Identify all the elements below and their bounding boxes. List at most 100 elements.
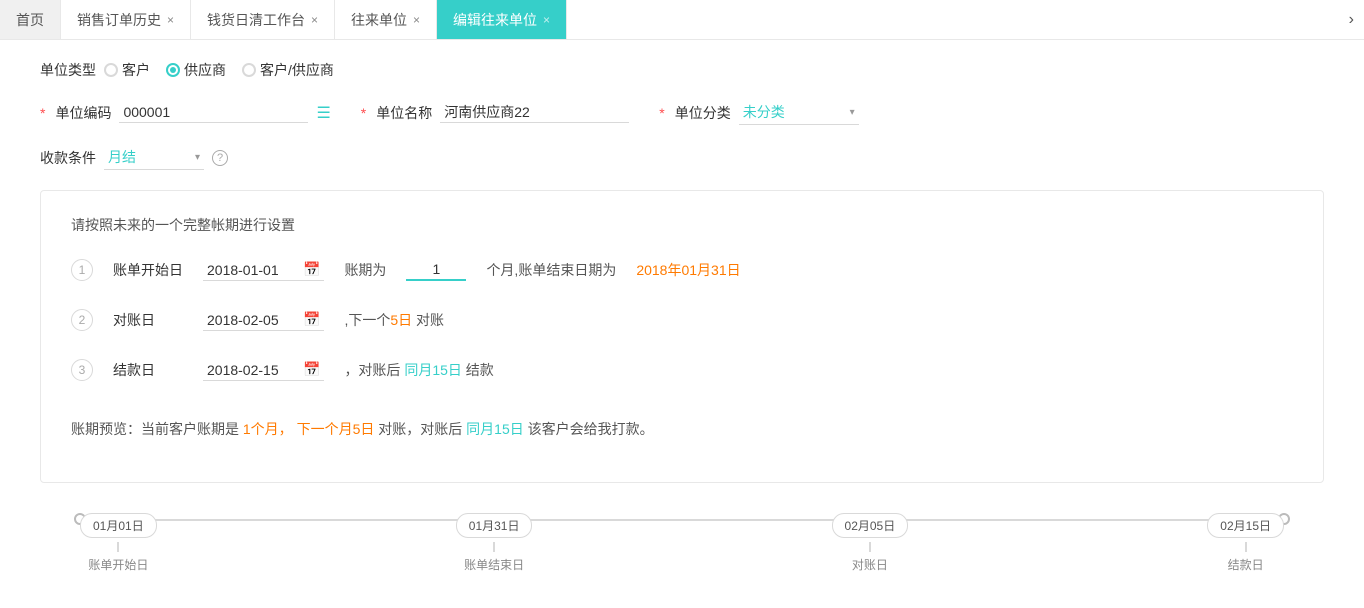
tab-edit-partner-label: 编辑往来单位 xyxy=(453,10,537,30)
step-3-calendar-icon[interactable]: 📅 xyxy=(303,361,320,378)
step-1-extra-label: 账期为 xyxy=(344,260,386,280)
step-1-date-wrap: 📅 xyxy=(203,259,324,281)
unit-category-select[interactable]: 未分类 ▾ xyxy=(739,100,859,125)
unit-type-label: 单位类型 xyxy=(40,60,96,80)
question-icon[interactable]: ? xyxy=(212,150,228,166)
step-1-unit-label: 个月,账单结束日期为 xyxy=(486,260,616,280)
radio-customer-circle xyxy=(104,63,118,77)
unit-code-star: * xyxy=(40,105,45,121)
unit-code-icon[interactable]: ☰ xyxy=(316,103,330,123)
timeline-item-2: 02月05日 对账日 xyxy=(832,513,909,573)
step-1-period-input[interactable] xyxy=(406,259,466,281)
radio-supplier-circle xyxy=(166,63,180,77)
unit-code-group: * 单位编码 ☰ xyxy=(40,102,331,123)
unit-code-input[interactable] xyxy=(119,102,308,123)
radio-both-label: 客户/供应商 xyxy=(260,60,334,80)
step-1-calendar-icon[interactable]: 📅 xyxy=(303,261,320,278)
unit-name-group: * 单位名称 xyxy=(361,102,629,123)
step-row-3: 3 结款日 📅 ，对账后 同月15日 结款 xyxy=(71,359,1293,381)
radio-supplier-label: 供应商 xyxy=(184,60,226,80)
timeline-tick-2 xyxy=(869,542,871,552)
timeline-label-0: 账单开始日 xyxy=(88,556,148,573)
step-3-desc: ，对账后 同月15日 结款 xyxy=(344,360,493,380)
preview-part2: 下一个月5日 xyxy=(297,421,375,437)
unit-name-input[interactable] xyxy=(440,102,629,123)
step-row-2: 2 对账日 📅 ,下一个5日 对账 xyxy=(71,309,1293,331)
main-content: 单位类型 客户 供应商 客户/供应商 * 单位编码 xyxy=(0,40,1364,608)
tab-sales-order-close[interactable]: × xyxy=(167,13,174,27)
step-3-date-wrap: 📅 xyxy=(203,359,324,381)
radio-both[interactable]: 客户/供应商 xyxy=(242,60,334,80)
radio-supplier[interactable]: 供应商 xyxy=(166,60,226,80)
unit-category-star: * xyxy=(659,105,664,121)
preview-middle: 对账，对账后 xyxy=(378,421,466,437)
tab-partner-close[interactable]: × xyxy=(413,13,420,27)
step-label-2: 对账日 xyxy=(113,310,183,330)
step-2-calendar-icon[interactable]: 📅 xyxy=(303,311,320,328)
timeline-label-1: 账单结束日 xyxy=(464,556,524,573)
step-num-3: 3 xyxy=(71,359,93,381)
radio-customer-label: 客户 xyxy=(122,60,150,80)
preview-part1: 1个月， xyxy=(243,421,293,437)
payment-terms-value: 月结 xyxy=(108,147,191,167)
unit-category-value: 未分类 xyxy=(743,102,846,122)
step-2-date-wrap: 📅 xyxy=(203,309,324,331)
radio-customer[interactable]: 客户 xyxy=(104,60,150,80)
radio-group: 客户 供应商 客户/供应商 xyxy=(104,60,334,80)
unit-name-star: * xyxy=(361,105,366,121)
radio-both-circle xyxy=(242,63,256,77)
preview-prefix: 账期预览：当前客户账期是 xyxy=(71,421,243,437)
step-2-desc: ,下一个5日 对账 xyxy=(344,310,444,330)
step-label-3: 结款日 xyxy=(113,360,183,380)
timeline-label-3: 结款日 xyxy=(1228,556,1264,573)
preview-section: 账期预览：当前客户账期是 1个月， 下一个月5日 对账，对账后 同月15日 该客… xyxy=(71,401,1293,458)
payment-terms-chevron-icon: ▾ xyxy=(195,152,200,163)
unit-name-label: 单位名称 xyxy=(376,103,432,123)
step-1-date-input[interactable] xyxy=(207,262,297,278)
unit-category-group: * 单位分类 未分类 ▾ xyxy=(659,100,858,125)
tab-partner-label: 往来单位 xyxy=(351,10,407,30)
tab-cash-clear-close[interactable]: × xyxy=(311,13,318,27)
tab-edit-partner[interactable]: 编辑往来单位 × xyxy=(437,0,567,39)
tab-home-label: 首页 xyxy=(16,10,44,30)
tab-cash-clear[interactable]: 钱货日清工作台 × xyxy=(191,0,335,39)
tab-cash-clear-label: 钱货日清工作台 xyxy=(207,10,305,30)
step-3-date-input[interactable] xyxy=(207,362,297,378)
timeline-tick-3 xyxy=(1245,542,1247,552)
step-1-end-date: 2018年01月31日 xyxy=(636,260,740,280)
timeline-badge-1: 01月31日 xyxy=(456,513,533,538)
tab-more-button[interactable]: › xyxy=(1339,0,1364,39)
unit-category-label: 单位分类 xyxy=(675,103,731,123)
payment-terms-row: 收款条件 月结 ▾ ? xyxy=(40,145,1324,170)
payment-terms-group: 收款条件 月结 ▾ ? xyxy=(40,145,228,170)
timeline-item-0: 01月01日 账单开始日 xyxy=(80,513,157,573)
unit-code-label: 单位编码 xyxy=(55,103,111,123)
payment-terms-select[interactable]: 月结 ▾ xyxy=(104,145,204,170)
tab-home[interactable]: 首页 xyxy=(0,0,61,39)
step-2-date-input[interactable] xyxy=(207,312,297,328)
timeline-section: 01月01日 账单开始日 01月31日 账单结束日 02月05日 对账日 02月… xyxy=(40,503,1324,583)
step-num-2: 2 xyxy=(71,309,93,331)
step-row-1: 1 账单开始日 📅 账期为 个月,账单结束日期为 2018年01月31日 xyxy=(71,259,1293,281)
unit-type-row: 单位类型 客户 供应商 客户/供应商 xyxy=(40,60,1324,80)
step-num-1: 1 xyxy=(71,259,93,281)
tab-partner[interactable]: 往来单位 × xyxy=(335,0,437,39)
card-section: 请按照未来的一个完整帐期进行设置 1 账单开始日 📅 账期为 个月,账单结束日期… xyxy=(40,190,1324,483)
timeline-badge-2: 02月05日 xyxy=(832,513,909,538)
card-title: 请按照未来的一个完整帐期进行设置 xyxy=(71,215,1293,235)
timeline-tick-0 xyxy=(117,542,119,552)
unit-type-group: 单位类型 客户 供应商 客户/供应商 xyxy=(40,60,334,80)
step-label-1: 账单开始日 xyxy=(113,260,183,280)
tab-sales-order[interactable]: 销售订单历史 × xyxy=(61,0,191,39)
preview-suffix: 该客户会给我打款。 xyxy=(528,421,654,437)
timeline-label-2: 对账日 xyxy=(852,556,888,573)
tab-bar: 首页 销售订单历史 × 钱货日清工作台 × 往来单位 × 编辑往来单位 × › xyxy=(0,0,1364,40)
unit-category-chevron-icon: ▾ xyxy=(850,107,855,118)
timeline-tick-1 xyxy=(493,542,495,552)
tab-sales-order-label: 销售订单历史 xyxy=(77,10,161,30)
tab-edit-partner-close[interactable]: × xyxy=(543,13,550,27)
preview-part3: 同月15日 xyxy=(466,421,524,437)
timeline-item-3: 02月15日 结款日 xyxy=(1207,513,1284,573)
timeline-badge-0: 01月01日 xyxy=(80,513,157,538)
timeline-badge-3: 02月15日 xyxy=(1207,513,1284,538)
